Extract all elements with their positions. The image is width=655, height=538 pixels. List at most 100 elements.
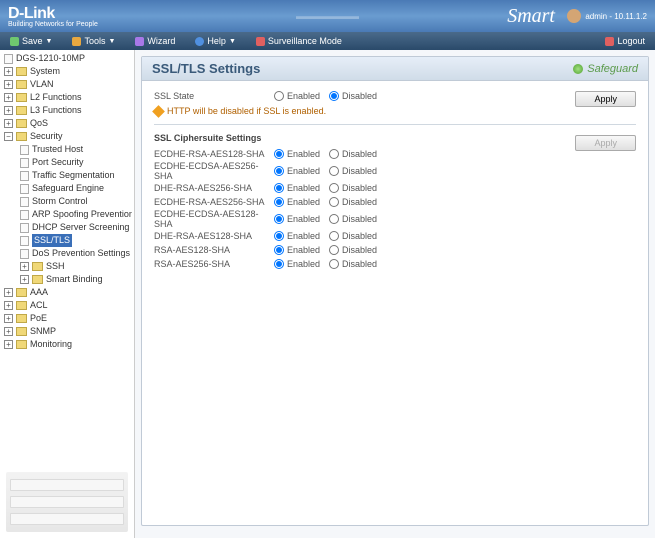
tree-l3[interactable]: +L3 Functions — [2, 104, 132, 117]
expand-icon[interactable]: + — [4, 93, 13, 102]
folder-icon — [16, 288, 27, 297]
tree-trusted-host[interactable]: Trusted Host — [2, 143, 132, 156]
cipher-enabled-option[interactable]: Enabled — [274, 183, 329, 193]
tree-monitoring[interactable]: +Monitoring — [2, 338, 132, 351]
cipher-enabled-option[interactable]: Enabled — [274, 231, 329, 241]
tree-ssh[interactable]: +SSH — [2, 260, 132, 273]
tree-snmp[interactable]: +SNMP — [2, 325, 132, 338]
expand-icon[interactable]: + — [4, 314, 13, 323]
tools-menu[interactable]: Tools▼ — [62, 36, 125, 46]
cipher-disabled-option[interactable]: Disabled — [329, 245, 384, 255]
ssl-state-row: SSL State Enabled Disabled — [154, 89, 636, 103]
cipher-disabled-radio[interactable] — [329, 259, 339, 269]
expand-icon[interactable]: + — [4, 301, 13, 310]
file-icon — [20, 197, 29, 207]
cipher-disabled-radio[interactable] — [329, 149, 339, 159]
cipher-disabled-option[interactable]: Disabled — [329, 197, 384, 207]
cipher-disabled-option[interactable]: Disabled — [329, 149, 384, 159]
ssl-enabled-radio[interactable] — [274, 91, 284, 101]
expand-icon[interactable]: + — [4, 288, 13, 297]
tree-arp-spoof[interactable]: ARP Spoofing Prevention — [2, 208, 132, 221]
wizard-button[interactable]: Wizard — [125, 36, 185, 46]
apply-button-cipher[interactable]: Apply — [575, 135, 636, 151]
ssl-enabled-option[interactable]: Enabled — [274, 91, 329, 101]
cipher-name: DHE-RSA-AES128-SHA — [154, 231, 274, 241]
tree-poe[interactable]: +PoE — [2, 312, 132, 325]
expand-icon[interactable]: + — [4, 80, 13, 89]
tree-l2[interactable]: +L2 Functions — [2, 91, 132, 104]
tree-aaa[interactable]: +AAA — [2, 286, 132, 299]
tree-traffic-seg[interactable]: Traffic Segmentation — [2, 169, 132, 182]
tree-dhcp-screen[interactable]: DHCP Server Screening — [2, 221, 132, 234]
apply-button-ssl[interactable]: Apply — [575, 91, 636, 107]
folder-icon — [32, 262, 43, 271]
tree-ssl[interactable]: SSL/TLS — [2, 234, 132, 247]
tree-root-device[interactable]: DGS-1210-10MP — [2, 52, 132, 65]
cipher-disabled-radio[interactable] — [329, 214, 339, 224]
wizard-label: Wizard — [147, 36, 175, 46]
expand-icon[interactable]: + — [20, 262, 29, 271]
tree-smart-binding[interactable]: +Smart Binding — [2, 273, 132, 286]
cipher-enabled-radio[interactable] — [274, 183, 284, 193]
tree-dos[interactable]: DoS Prevention Settings — [2, 247, 132, 260]
ssl-state-section: SSL State Enabled Disabled HTTP will be … — [154, 89, 636, 125]
cipher-disabled-option[interactable]: Disabled — [329, 214, 384, 224]
tree-storm-control[interactable]: Storm Control — [2, 195, 132, 208]
cipher-enabled-radio[interactable] — [274, 231, 284, 241]
cipher-disabled-option[interactable]: Disabled — [329, 231, 384, 241]
avatar-icon — [567, 9, 581, 23]
tools-icon — [72, 37, 81, 46]
tree-safeguard-engine[interactable]: Safeguard Engine — [2, 182, 132, 195]
tree-security[interactable]: −Security — [2, 130, 132, 143]
cipher-disabled-radio[interactable] — [329, 231, 339, 241]
cipher-disabled-radio[interactable] — [329, 166, 339, 176]
logout-button[interactable]: Logout — [595, 36, 655, 46]
cipher-enabled-option[interactable]: Enabled — [274, 245, 329, 255]
expand-icon[interactable]: + — [4, 106, 13, 115]
cipher-disabled-radio[interactable] — [329, 183, 339, 193]
tree-acl[interactable]: +ACL — [2, 299, 132, 312]
tree-vlan[interactable]: +VLAN — [2, 78, 132, 91]
cipher-enabled-radio[interactable] — [274, 245, 284, 255]
expand-icon[interactable]: + — [20, 275, 29, 284]
surveillance-button[interactable]: Surveillance Mode — [246, 36, 352, 46]
cipher-enabled-option[interactable]: Enabled — [274, 149, 329, 159]
ssl-disabled-radio[interactable] — [329, 91, 339, 101]
cipher-enabled-radio[interactable] — [274, 166, 284, 176]
expand-icon[interactable]: + — [4, 340, 13, 349]
tree-system[interactable]: +System — [2, 65, 132, 78]
ssl-disabled-option[interactable]: Disabled — [329, 91, 384, 101]
expand-icon[interactable]: + — [4, 327, 13, 336]
cipher-disabled-radio[interactable] — [329, 245, 339, 255]
save-menu[interactable]: Save▼ — [0, 36, 62, 46]
cipher-enabled-option[interactable]: Enabled — [274, 214, 329, 224]
help-menu[interactable]: Help▼ — [185, 36, 245, 46]
device-rack-image — [6, 472, 128, 532]
cipher-section-title: SSL Ciphersuite Settings — [154, 133, 636, 143]
save-icon — [10, 37, 19, 46]
expand-icon[interactable]: + — [4, 67, 13, 76]
cipher-disabled-radio[interactable] — [329, 197, 339, 207]
cipher-enabled-option[interactable]: Enabled — [274, 197, 329, 207]
cipher-enabled-radio[interactable] — [274, 149, 284, 159]
ssl-warning: HTTP will be disabled if SSL is enabled. — [154, 106, 636, 116]
cipher-enabled-option[interactable]: Enabled — [274, 259, 329, 269]
cipher-enabled-radio[interactable] — [274, 214, 284, 224]
cipher-disabled-option[interactable]: Disabled — [329, 166, 384, 176]
folder-icon — [16, 301, 27, 310]
logout-icon — [605, 37, 614, 46]
header-banner: D-Link Building Networks for People ▬▬▬▬… — [0, 0, 655, 32]
cipher-disabled-option[interactable]: Disabled — [329, 259, 384, 269]
file-icon — [20, 236, 29, 246]
chevron-down-icon: ▼ — [108, 38, 115, 45]
cipher-enabled-radio[interactable] — [274, 197, 284, 207]
tree-qos[interactable]: +QoS — [2, 117, 132, 130]
tree-port-security[interactable]: Port Security — [2, 156, 132, 169]
cipher-enabled-option[interactable]: Enabled — [274, 166, 329, 176]
cipher-name: RSA-AES128-SHA — [154, 245, 274, 255]
cipher-enabled-radio[interactable] — [274, 259, 284, 269]
collapse-icon[interactable]: − — [4, 132, 13, 141]
cipher-disabled-option[interactable]: Disabled — [329, 183, 384, 193]
file-icon — [20, 158, 29, 168]
expand-icon[interactable]: + — [4, 119, 13, 128]
